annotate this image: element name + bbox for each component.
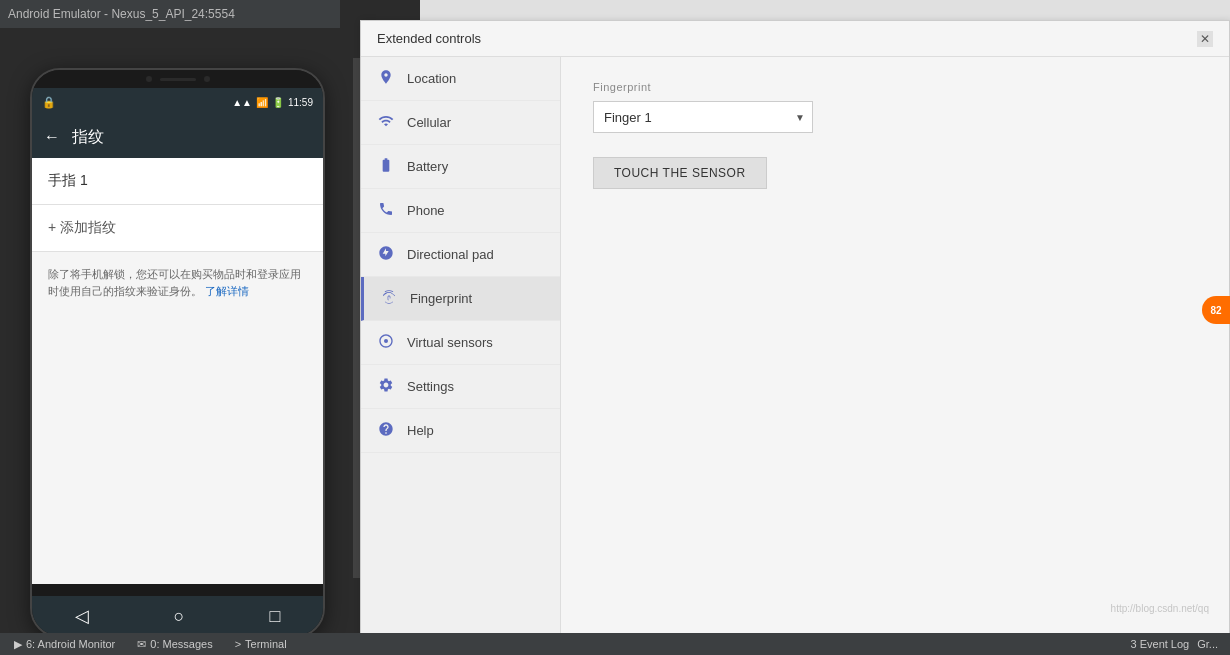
phone-description: 除了将手机解锁，您还可以在购买物品时和登录应用时使用自己的指纹来验证身份。 了解… <box>32 252 323 313</box>
sidebar-item-fingerprint[interactable]: Fingerprint <box>361 277 560 321</box>
close-button[interactable]: ✕ <box>1197 31 1213 47</box>
phone-notch <box>32 70 323 88</box>
phone-camera2 <box>204 76 210 82</box>
extended-controls-body: Location Cellular Battery Phone <box>361 57 1229 639</box>
svg-point-0 <box>384 339 388 343</box>
sidebar-item-cellular-label: Cellular <box>407 115 451 130</box>
android-monitor-label: 6: Android Monitor <box>26 638 115 650</box>
sidebar-item-phone[interactable]: Phone <box>361 189 560 233</box>
phone-nav-bar: ◁ ○ □ <box>32 596 323 636</box>
phone-icon <box>377 201 395 220</box>
phone-battery: 🔋 <box>272 97 284 108</box>
fingerprint-section-label: Fingerprint <box>593 81 1197 93</box>
gr-tab[interactable]: Gr... <box>1197 638 1218 650</box>
phone-frame: 🔒 ▲▲ 📶 🔋 11:59 ← 指纹 手指 1 + 添加指纹 除了将手机解锁，… <box>30 68 325 638</box>
virtual-sensors-icon <box>377 333 395 352</box>
phone-wifi: 📶 <box>256 97 268 108</box>
title-bar: Android Emulator - Nexus_5_API_24:5554 <box>0 0 340 28</box>
phone-lock-icon: 🔒 <box>42 96 56 109</box>
phone-camera <box>146 76 152 82</box>
title-bar-text: Android Emulator - Nexus_5_API_24:5554 <box>8 7 235 21</box>
settings-icon <box>377 377 395 396</box>
sidebar-item-virtual-sensors-label: Virtual sensors <box>407 335 493 350</box>
event-log-tab[interactable]: 3 Event Log <box>1131 638 1190 650</box>
sidebar-item-location-label: Location <box>407 71 456 86</box>
badge-number: 82 <box>1210 305 1221 316</box>
terminal-label: Terminal <box>245 638 287 650</box>
bottom-status-bar: ▶ 6: Android Monitor ✉ 0: Messages > Ter… <box>0 633 1230 655</box>
extended-controls-panel: Extended controls ✕ Location Cellular <box>360 20 1230 640</box>
phone-page-title: 指纹 <box>72 127 311 148</box>
sidebar-item-settings[interactable]: Settings <box>361 365 560 409</box>
sidebar-nav: Location Cellular Battery Phone <box>361 57 561 639</box>
terminal-icon: > <box>235 638 241 650</box>
fingerprint-select[interactable]: Finger 1 Finger 2 Finger 3 Finger 4 Fing… <box>593 101 813 133</box>
bottom-right-tabs: 3 Event Log Gr... <box>1131 638 1227 650</box>
sidebar-item-battery-label: Battery <box>407 159 448 174</box>
phone-nav-recent[interactable]: □ <box>270 606 281 627</box>
messages-label: 0: Messages <box>150 638 212 650</box>
learn-more-link[interactable]: 了解详情 <box>205 285 249 297</box>
sidebar-item-help-label: Help <box>407 423 434 438</box>
phone-speaker <box>160 78 196 81</box>
touch-sensor-button[interactable]: TOUCH THE SENSOR <box>593 157 767 189</box>
sidebar-item-directional-pad-label: Directional pad <box>407 247 494 262</box>
sidebar-item-virtual-sensors[interactable]: Virtual sensors <box>361 321 560 365</box>
phone-status-bar: 🔒 ▲▲ 📶 🔋 11:59 <box>32 88 323 116</box>
sidebar-item-fingerprint-label: Fingerprint <box>410 291 472 306</box>
sidebar-item-phone-label: Phone <box>407 203 445 218</box>
sidebar-item-help[interactable]: Help <box>361 409 560 453</box>
add-fingerprint-item[interactable]: + 添加指纹 <box>32 205 323 252</box>
orange-badge[interactable]: 82 <box>1202 296 1230 324</box>
help-icon <box>377 421 395 440</box>
main-content-area: Fingerprint Finger 1 Finger 2 Finger 3 F… <box>561 57 1229 639</box>
sidebar-item-location[interactable]: Location <box>361 57 560 101</box>
sidebar-item-directional-pad[interactable]: Directional pad <box>361 233 560 277</box>
fingerprint-select-wrapper: Finger 1 Finger 2 Finger 3 Finger 4 Fing… <box>593 101 813 133</box>
android-monitor-tab[interactable]: ▶ 6: Android Monitor <box>4 633 125 655</box>
directional-pad-icon <box>377 245 395 264</box>
phone-signal: ▲▲ <box>232 97 252 108</box>
extended-controls-title: Extended controls <box>377 31 481 46</box>
sidebar-item-settings-label: Settings <box>407 379 454 394</box>
finger1-item: 手指 1 <box>32 158 323 205</box>
terminal-tab[interactable]: > Terminal <box>225 633 297 655</box>
phone-back-arrow[interactable]: ← <box>44 128 60 146</box>
sidebar-item-battery[interactable]: Battery <box>361 145 560 189</box>
phone-nav-back[interactable]: ◁ <box>75 605 89 627</box>
phone-content: 手指 1 + 添加指纹 除了将手机解锁，您还可以在购买物品时和登录应用时使用自己… <box>32 158 323 584</box>
phone-nav-home[interactable]: ○ <box>174 606 185 627</box>
phone-status-right: ▲▲ 📶 🔋 11:59 <box>232 97 313 108</box>
messages-icon: ✉ <box>137 638 146 651</box>
phone-toolbar: ← 指纹 <box>32 116 323 158</box>
cellular-icon <box>377 113 395 132</box>
extended-controls-title-bar: Extended controls ✕ <box>361 21 1229 57</box>
android-monitor-icon: ▶ <box>14 638 22 651</box>
sidebar-item-cellular[interactable]: Cellular <box>361 101 560 145</box>
battery-icon <box>377 157 395 176</box>
watermark: http://blog.csdn.net/qq <box>1111 603 1209 614</box>
location-icon <box>377 69 395 88</box>
messages-tab[interactable]: ✉ 0: Messages <box>127 633 222 655</box>
fingerprint-icon <box>380 289 398 308</box>
phone-time: 11:59 <box>288 97 313 108</box>
